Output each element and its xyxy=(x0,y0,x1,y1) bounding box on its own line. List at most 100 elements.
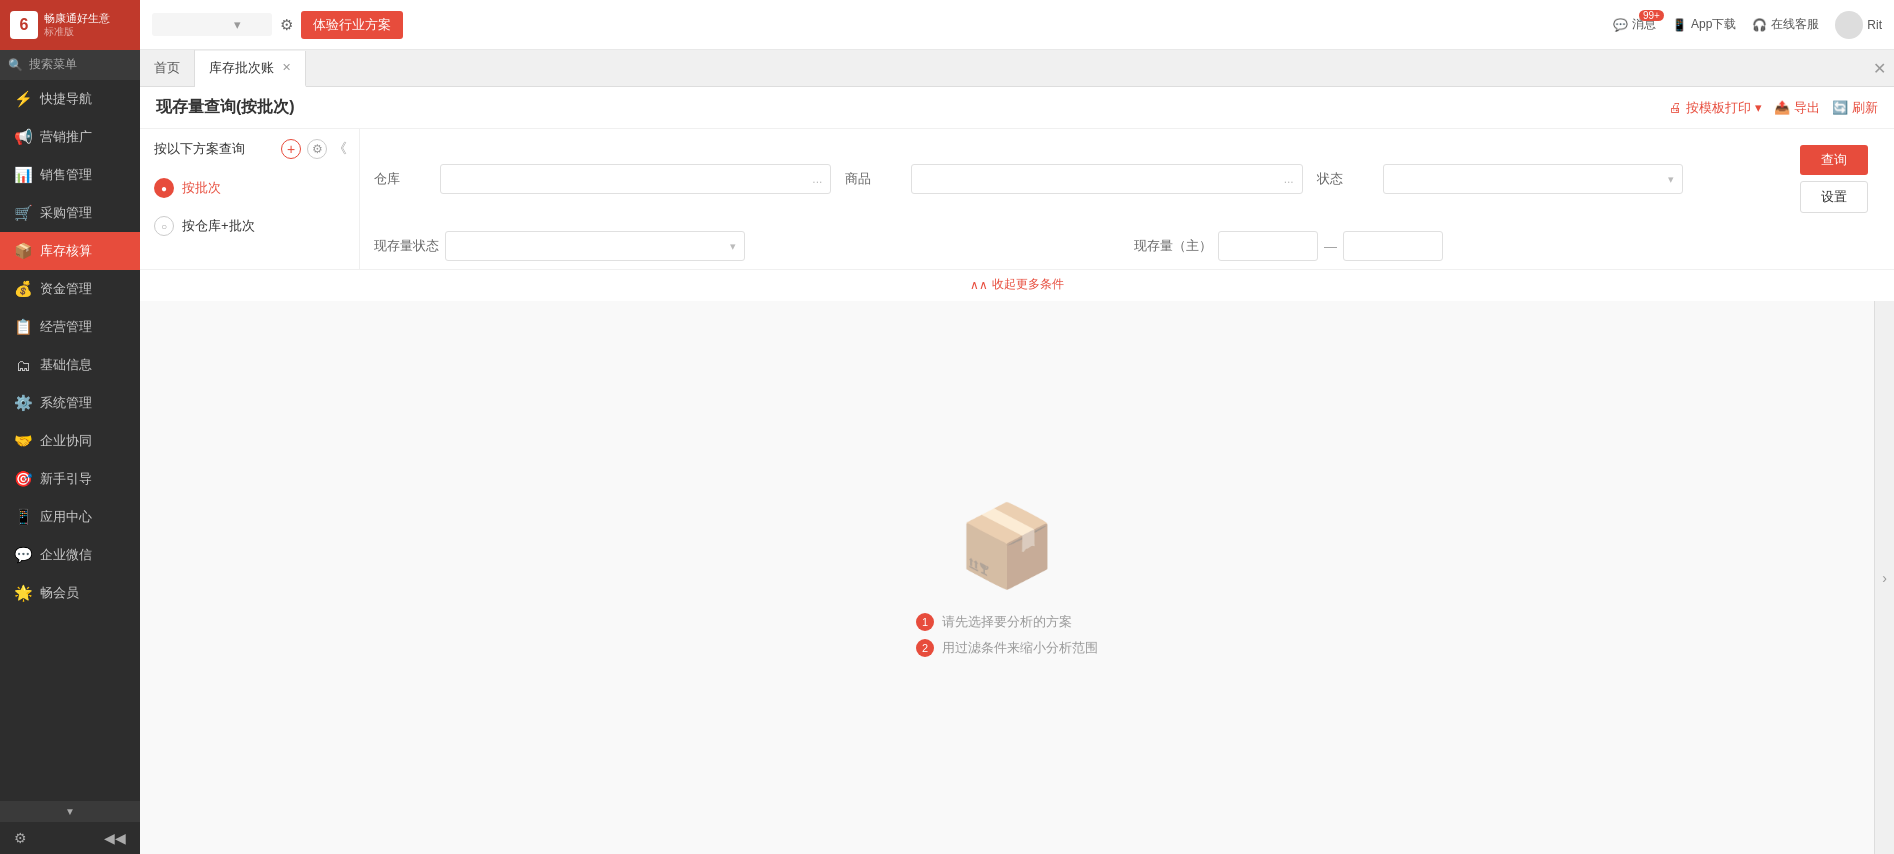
hint-num-2: 2 xyxy=(916,639,934,657)
shortcuts-icon: ⚡ xyxy=(14,90,32,108)
product-input[interactable]: ... xyxy=(911,164,1302,194)
message-icon: 💬 xyxy=(1613,18,1628,32)
sidebar-item-finance[interactable]: 💰 资金管理 xyxy=(0,270,140,308)
refresh-icon: 🔄 xyxy=(1832,100,1848,115)
sidebar-item-system[interactable]: ⚙️ 系统管理 xyxy=(0,384,140,422)
sidebar-item-label: 新手引导 xyxy=(40,470,126,488)
sidebar-scroll-down[interactable]: ▼ xyxy=(0,801,140,821)
warehouse-input[interactable]: ... xyxy=(440,164,831,194)
sidebar-item-label: 销售管理 xyxy=(40,166,126,184)
scheme-settings-button[interactable]: ⚙ xyxy=(307,139,327,159)
topbar-search-input[interactable] xyxy=(160,18,230,32)
close-all-tabs-button[interactable]: ✕ xyxy=(1873,59,1886,78)
query-button[interactable]: 查询 xyxy=(1800,145,1868,175)
scheme-collapse-icon[interactable]: 《 xyxy=(333,140,347,158)
scheme-by-batch-label: 按批次 xyxy=(182,179,221,197)
collapse-sidebar-icon[interactable]: ◀◀ xyxy=(104,830,126,846)
tab-home[interactable]: 首页 xyxy=(140,50,195,86)
avatar xyxy=(1835,11,1863,39)
online-support-label: 在线客服 xyxy=(1771,16,1819,33)
product-more-icon[interactable]: ... xyxy=(1284,172,1294,186)
topbar-gear-icon[interactable]: ⚙ xyxy=(280,16,293,34)
sidebar-item-basics[interactable]: 🗂 基础信息 xyxy=(0,346,140,384)
inventory-qty-min[interactable] xyxy=(1218,231,1318,261)
sidebar-item-label: 资金管理 xyxy=(40,280,126,298)
sidebar-item-label: 系统管理 xyxy=(40,394,126,412)
sidebar-item-label: 营销推广 xyxy=(40,128,126,146)
empty-hints: 1 请先选择要分析的方案 2 用过滤条件来缩小分析范围 xyxy=(916,613,1098,657)
inline-filter: 按以下方案查询 + ⚙ 《 ● 按批次 ○ xyxy=(140,129,1894,269)
refresh-button[interactable]: 🔄 刷新 xyxy=(1832,99,1878,117)
app-download-action[interactable]: 📱 App下载 xyxy=(1672,16,1736,33)
export-icon: 📤 xyxy=(1774,100,1790,115)
page-header-actions: 🖨 按模板打印 ▾ 📤 导出 🔄 刷新 xyxy=(1669,99,1878,117)
inventory-status-field-group: 现存量状态 ▾ xyxy=(374,231,1120,261)
sidebar-item-wechat[interactable]: 💬 企业微信 xyxy=(0,536,140,574)
fields-panel: 仓库 ... 商品 ... xyxy=(360,129,1894,269)
tabbar: 首页 库存批次账 ✕ ✕ xyxy=(140,50,1894,87)
app-version: 标准版 xyxy=(44,25,110,39)
print-button[interactable]: 🖨 按模板打印 ▾ xyxy=(1669,99,1762,117)
empty-hint-2: 2 用过滤条件来缩小分析范围 xyxy=(916,639,1098,657)
status-dropdown-arrow: ▾ xyxy=(1668,173,1674,186)
product-field-group: 商品 ... xyxy=(845,164,1302,194)
warehouse-more-icon[interactable]: ... xyxy=(812,172,822,186)
tab-close-icon[interactable]: ✕ xyxy=(282,61,291,74)
page-layout: 现存量查询(按批次) 🖨 按模板打印 ▾ 📤 导出 🔄 刷新 xyxy=(140,87,1894,854)
scheme-item-by-batch[interactable]: ● 按批次 xyxy=(140,169,359,207)
topbar-search-dropdown[interactable]: ▾ xyxy=(234,17,241,32)
scheme-panel-actions: + ⚙ 《 xyxy=(281,139,347,159)
empty-illustration: 📦 xyxy=(957,499,1057,593)
sidebar-item-marketing[interactable]: 📢 营销推广 xyxy=(0,118,140,156)
inventory-status-label: 现存量状态 xyxy=(374,237,439,255)
settings-icon[interactable]: ⚙ xyxy=(14,830,27,846)
right-panel-icon: › xyxy=(1882,570,1887,586)
user-profile-action[interactable]: Rit xyxy=(1835,11,1882,39)
experience-button[interactable]: 体验行业方案 xyxy=(301,11,403,39)
sidebar-item-enterprise[interactable]: 🤝 企业协同 xyxy=(0,422,140,460)
sidebar-item-guide[interactable]: 🎯 新手引导 xyxy=(0,460,140,498)
sidebar-item-operations[interactable]: 📋 经营管理 xyxy=(0,308,140,346)
status-dropdown[interactable]: ▾ xyxy=(1383,164,1683,194)
product-label: 商品 xyxy=(845,170,905,188)
content-body: 📦 1 请先选择要分析的方案 2 用过滤条件来缩小分析范围 › xyxy=(140,301,1894,854)
sidebar-item-apps[interactable]: 📱 应用中心 xyxy=(0,498,140,536)
sidebar-item-inventory[interactable]: 📦 库存核算 xyxy=(0,232,140,270)
scheme-by-wh-batch-label: 按仓库+批次 xyxy=(182,217,255,235)
fields-row-2: 现存量状态 ▾ 现存量（主） xyxy=(374,231,1880,261)
warehouse-label: 仓库 xyxy=(374,170,434,188)
settings-button[interactable]: 设置 xyxy=(1800,181,1868,213)
sidebar-item-sales[interactable]: 📊 销售管理 xyxy=(0,156,140,194)
messages-action[interactable]: 💬 消息 99+ xyxy=(1613,16,1656,33)
sidebar-item-purchase[interactable]: 🛒 采购管理 xyxy=(0,194,140,232)
print-dropdown-icon: ▾ xyxy=(1755,100,1762,115)
sales-icon: 📊 xyxy=(14,166,32,184)
scheme-title-text: 按以下方案查询 xyxy=(154,140,245,158)
app-download-label: App下载 xyxy=(1691,16,1736,33)
inventory-status-dropdown[interactable]: ▾ xyxy=(445,231,745,261)
hint-text-1: 请先选择要分析的方案 xyxy=(942,613,1072,631)
online-support-action[interactable]: 🎧 在线客服 xyxy=(1752,16,1819,33)
collapse-button[interactable]: ∧∧ 收起更多条件 xyxy=(140,269,1894,299)
sidebar-item-label: 快捷导航 xyxy=(40,90,126,108)
tab-inventory-batch[interactable]: 库存批次账 ✕ xyxy=(195,51,306,87)
messages-badge: 99+ xyxy=(1639,10,1664,21)
system-icon: ⚙️ xyxy=(14,394,32,412)
add-scheme-button[interactable]: + xyxy=(281,139,301,159)
right-panel-toggle[interactable]: › xyxy=(1874,301,1894,854)
sidebar-item-label: 应用中心 xyxy=(40,508,126,526)
warehouse-field-group: 仓库 ... xyxy=(374,164,831,194)
sidebar-search[interactable]: 🔍 搜索菜单 xyxy=(0,50,140,79)
apps-icon: 📱 xyxy=(14,508,32,526)
topbar-search-box[interactable]: ▾ xyxy=(152,13,272,36)
sidebar-item-member[interactable]: 🌟 畅会员 xyxy=(0,574,140,612)
sidebar-search-label: 搜索菜单 xyxy=(29,56,77,73)
status-label: 状态 xyxy=(1317,170,1377,188)
hint-text-2: 用过滤条件来缩小分析范围 xyxy=(942,639,1098,657)
export-button[interactable]: 📤 导出 xyxy=(1774,99,1820,117)
scheme-item-by-warehouse-batch[interactable]: ○ 按仓库+批次 xyxy=(140,207,359,245)
sidebar-item-shortcuts[interactable]: ⚡ 快捷导航 xyxy=(0,80,140,118)
sidebar-item-label: 畅会员 xyxy=(40,584,126,602)
inventory-qty-max[interactable] xyxy=(1343,231,1443,261)
sidebar-item-label: 采购管理 xyxy=(40,204,126,222)
